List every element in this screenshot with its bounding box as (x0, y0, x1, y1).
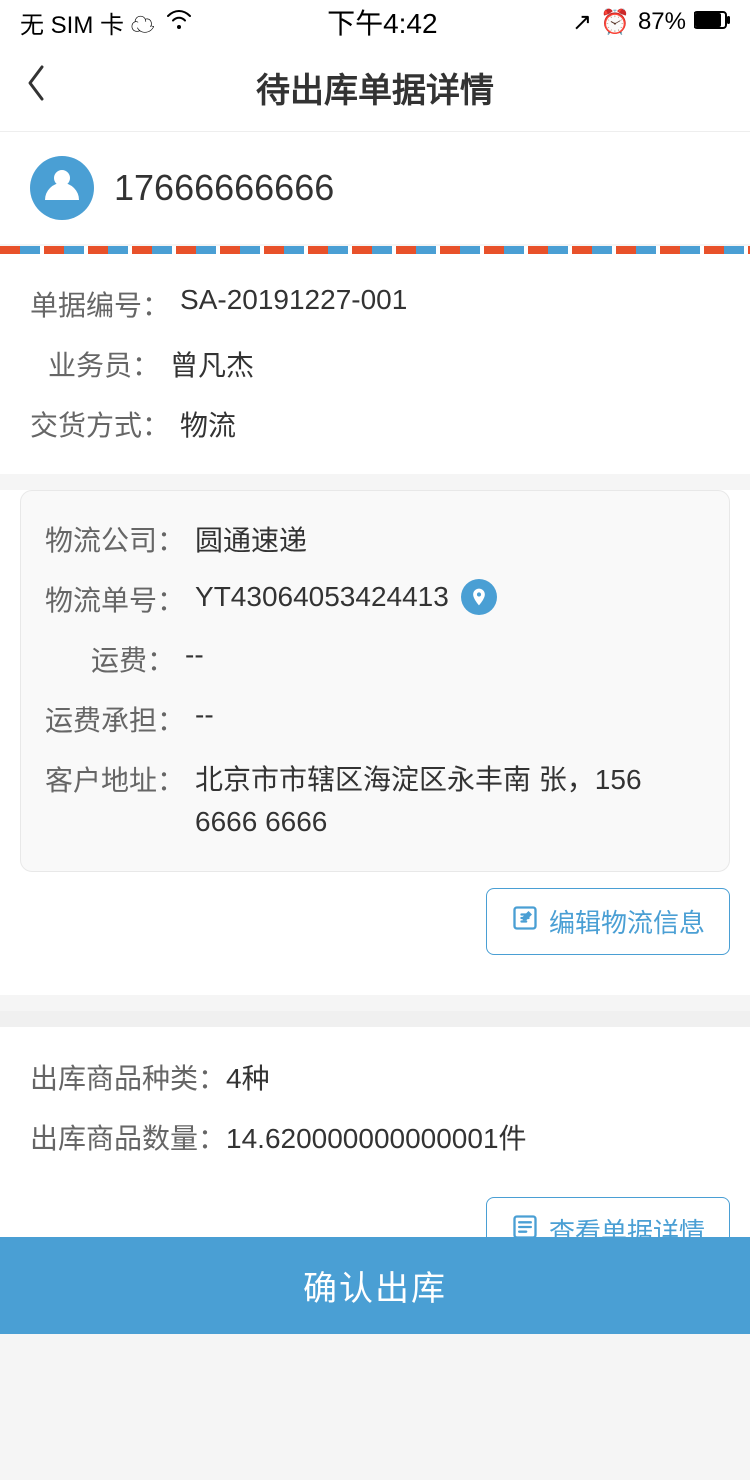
goods-quantity-row: 出库商品数量： 14.620000000000001件 (30, 1117, 720, 1157)
battery-icon (694, 8, 730, 36)
tracking-no-value: YT43064053424413 (195, 579, 705, 615)
goods-types-value: 4种 (226, 1057, 720, 1097)
status-left: 无 SIM 卡 ☁ (20, 5, 193, 40)
freight-row: 运费： -- (45, 639, 705, 679)
confirm-button[interactable]: 确认出库 (0, 1237, 750, 1334)
freight-bearer-value: -- (195, 699, 705, 731)
document-no-row: 单据编号： SA-20191227-001 (30, 284, 720, 324)
edit-icon (511, 904, 539, 939)
basic-info-section: 单据编号： SA-20191227-001 业务员： 曾凡杰 交货方式： 物流 (0, 254, 750, 474)
freight-value: -- (185, 639, 705, 671)
goods-types-row: 出库商品种类： 4种 (30, 1057, 720, 1097)
tracking-no-row: 物流单号： YT43064053424413 (45, 579, 705, 619)
battery-percent: 87% (638, 8, 686, 36)
document-no-label: 单据编号： (30, 284, 180, 324)
status-bar: 无 SIM 卡 ☁ 下午4:42 ↗ ⏰ 87% (0, 0, 750, 44)
goods-quantity-label: 出库商品数量： (30, 1117, 226, 1157)
dashed-divider (0, 246, 750, 254)
logistics-section: 物流公司： 圆通速递 物流单号： YT43064053424413 运费： --… (0, 490, 750, 995)
delivery-method-row: 交货方式： 物流 (30, 404, 720, 444)
nav-bar: 待出库单据详情 (0, 44, 750, 132)
avatar-icon (42, 164, 82, 213)
goods-info: 出库商品种类： 4种 出库商品数量： 14.620000000000001件 (0, 1027, 750, 1181)
freight-label: 运费： (45, 639, 185, 679)
goods-types-label: 出库商品种类： (30, 1057, 226, 1097)
tracking-location-icon[interactable] (461, 579, 497, 615)
logistics-company-row: 物流公司： 圆通速递 (45, 519, 705, 559)
confirm-button-label: 确认出库 (303, 1261, 447, 1310)
location-indicator: ↗ (572, 8, 592, 37)
back-button[interactable] (24, 63, 48, 112)
customer-section: 17666666666 (0, 132, 750, 244)
sim-status: 无 SIM 卡 ☁ (20, 5, 155, 40)
delivery-method-value: 物流 (180, 404, 720, 444)
salesperson-label: 业务员： (30, 344, 170, 384)
status-right: ↗ ⏰ 87% (572, 8, 730, 37)
salesperson-row: 业务员： 曾凡杰 (30, 344, 720, 384)
document-no-value: SA-20191227-001 (180, 284, 720, 316)
goods-quantity-value: 14.620000000000001件 (226, 1117, 720, 1157)
avatar (30, 156, 94, 220)
edit-button-row: 编辑物流信息 (0, 888, 750, 975)
address-label: 客户地址： (45, 759, 195, 799)
status-time: 下午4:42 (327, 2, 438, 42)
edit-logistics-label: 编辑物流信息 (549, 903, 705, 940)
address-row: 客户地址： 北京市市辖区海淀区永丰南 张，156 6666 6666 (45, 759, 705, 843)
edit-logistics-button[interactable]: 编辑物流信息 (486, 888, 730, 955)
freight-bearer-row: 运费承担： -- (45, 699, 705, 739)
logistics-card: 物流公司： 圆通速递 物流单号： YT43064053424413 运费： --… (20, 490, 730, 872)
section-divider (0, 1011, 750, 1027)
salesperson-value: 曾凡杰 (170, 344, 720, 384)
address-value: 北京市市辖区海淀区永丰南 张，156 6666 6666 (195, 759, 705, 843)
tracking-no-label: 物流单号： (45, 579, 195, 619)
customer-phone: 17666666666 (114, 167, 334, 209)
freight-bearer-label: 运费承担： (45, 699, 195, 739)
delivery-method-label: 交货方式： (30, 404, 180, 444)
alarm-icon: ⏰ (600, 8, 630, 37)
wifi-icon (165, 9, 193, 35)
bottom-spacer (0, 1320, 750, 1480)
page-title: 待出库单据详情 (256, 63, 494, 112)
logistics-company-value: 圆通速递 (195, 519, 705, 559)
logistics-company-label: 物流公司： (45, 519, 195, 559)
